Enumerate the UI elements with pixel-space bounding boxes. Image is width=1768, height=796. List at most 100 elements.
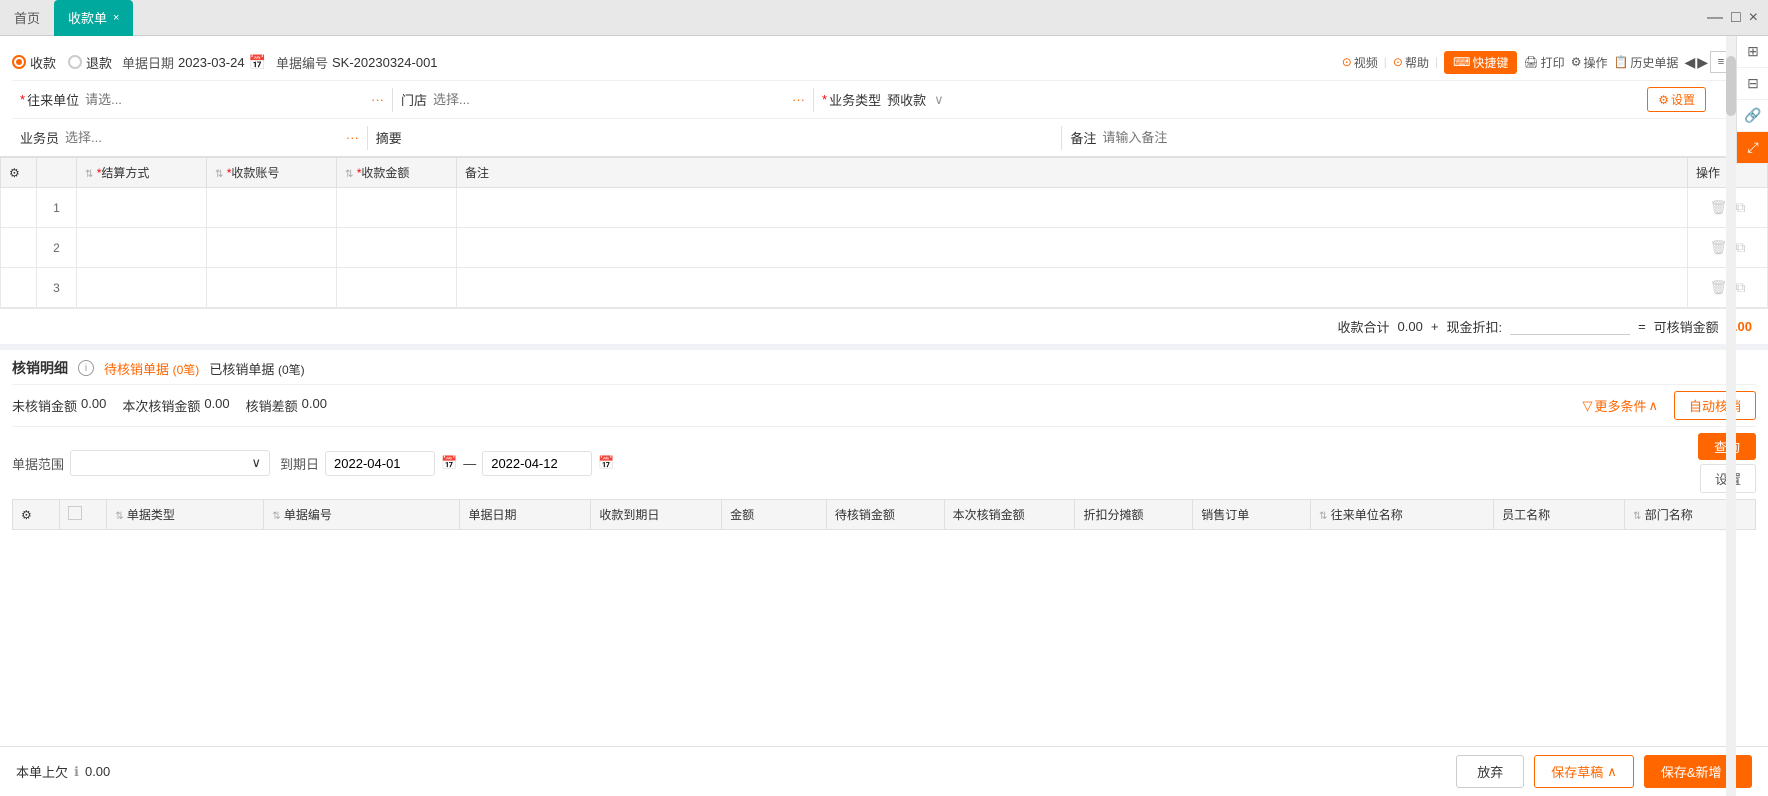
discount-input[interactable]	[1510, 319, 1630, 335]
hexiao-gear-th[interactable]: ⚙	[13, 500, 60, 530]
help-btn[interactable]: ⊙ 帮助	[1393, 54, 1429, 71]
date-label: 单据日期	[122, 53, 174, 72]
hexiao-docno-th: ⇅ 单据编号	[264, 500, 460, 530]
cal-from-icon[interactable]: 📅	[441, 455, 457, 471]
row3-note[interactable]	[457, 268, 1688, 308]
hexiao-discount-th: 折扣分摊额	[1075, 500, 1193, 530]
table-section: ⚙ ⇅ *结算方式 ⇅ *收款账号 ⇅ *收款金额	[0, 157, 1768, 308]
tab-receipt[interactable]: 收款单 ×	[54, 0, 133, 36]
hexiao-title-text: 核销明细	[12, 358, 68, 378]
close-btn[interactable]: ×	[1749, 9, 1758, 27]
prev-btn[interactable]: ◀	[1684, 51, 1695, 73]
counterparty-input[interactable]	[85, 92, 367, 107]
row2-amount[interactable]	[337, 228, 457, 268]
hexiao-amount-th: 金额	[722, 500, 827, 530]
business-type-chevron[interactable]: ∨	[934, 92, 944, 108]
select-all-checkbox[interactable]	[68, 506, 82, 520]
scroll-thumb[interactable]	[1726, 56, 1736, 116]
scrollbar[interactable]	[1726, 36, 1736, 796]
row3-account[interactable]	[207, 268, 337, 308]
date-dash: —	[463, 456, 476, 471]
row1-copy-icon[interactable]: ⧉	[1735, 199, 1745, 216]
range-label: 单据范围	[12, 454, 64, 473]
cal-to-icon[interactable]: 📅	[598, 455, 614, 471]
tab-receipt-close[interactable]: ×	[113, 12, 119, 24]
prev-owe-info-icon[interactable]: ℹ	[74, 764, 79, 780]
form-section: 收款 退款 单据日期 2023-03-24 📅 单据编号 SK-20230324…	[0, 36, 1768, 157]
row1-note[interactable]	[457, 188, 1688, 228]
remark-input[interactable]	[1102, 130, 1748, 145]
table-row: 3 🗑 ⧉	[1, 268, 1768, 308]
counterparty-req: *	[20, 92, 25, 107]
radio-receipt-label: 收款	[30, 53, 56, 72]
store-input[interactable]	[433, 92, 788, 107]
settle-sort-icon[interactable]: ⇅	[85, 169, 93, 180]
minimize-btn[interactable]: —	[1707, 9, 1723, 27]
row2-copy-icon[interactable]: ⧉	[1735, 239, 1745, 256]
row1-delete-icon[interactable]: 🗑	[1710, 199, 1728, 216]
row2-account[interactable]	[207, 228, 337, 268]
row2-settle[interactable]	[77, 228, 207, 268]
row3-settle[interactable]	[77, 268, 207, 308]
hexiao-tabs: 待核销单据 (0笔) 已核销单据 (0笔)	[104, 359, 305, 378]
tab-home[interactable]: 首页	[0, 0, 54, 36]
hexiao-table: ⚙ ⇅ 单据类型 ⇅ 单据编号 单据日期 收款到期日	[12, 499, 1756, 530]
due-date-filter: 到期日 📅 — 📅	[280, 451, 614, 476]
uncancelled-value: 0.00	[81, 396, 106, 415]
date-field-group: 单据日期 2023-03-24 📅	[122, 53, 266, 72]
salesperson-input[interactable]	[65, 130, 342, 145]
docno-label: 单据编号	[276, 53, 328, 72]
print-btn[interactable]: 🖨 打印	[1523, 54, 1564, 71]
table-gear-th[interactable]: ⚙	[1, 158, 37, 188]
row1-settle[interactable]	[77, 188, 207, 228]
maximize-btn[interactable]: □	[1731, 9, 1741, 27]
salesperson-label: 业务员	[20, 128, 59, 147]
right-expand-icon[interactable]: ⤢	[1737, 132, 1768, 164]
date-calendar-icon[interactable]: 📅	[249, 54, 266, 71]
diff-value: 0.00	[302, 396, 327, 415]
auto-cancel-btn[interactable]: 自动核销	[1674, 391, 1756, 420]
settings-button[interactable]: ⚙ 设置	[1647, 87, 1706, 112]
save-draft-btn[interactable]: 保存草稿 ∧	[1534, 755, 1634, 788]
row3-copy-icon[interactable]: ⧉	[1735, 279, 1745, 296]
video-btn[interactable]: ⊙ 视频	[1342, 54, 1378, 71]
shortcut-btn[interactable]: ⌨ 快捷键	[1444, 51, 1517, 74]
right-list-icon[interactable]: ⊟	[1737, 68, 1768, 100]
business-type-req: *	[822, 92, 827, 107]
amount-sort-icon[interactable]: ⇅	[345, 169, 353, 180]
operation-btn[interactable]: ⚙ 操作	[1571, 54, 1608, 71]
hexiao-thiscancel-th: 本次核销金额	[944, 500, 1075, 530]
right-clip-icon[interactable]: 🔗	[1737, 100, 1768, 132]
row3-delete-icon[interactable]: 🗑	[1710, 279, 1728, 296]
row2-note[interactable]	[457, 228, 1688, 268]
row3-amount[interactable]	[337, 268, 457, 308]
radio-receipt[interactable]: 收款	[12, 53, 56, 72]
history-btn[interactable]: 📋 历史单据	[1613, 54, 1678, 71]
hexiao-salesperson-th: 员工名称	[1494, 500, 1625, 530]
counterparty-more-icon[interactable]: ···	[371, 92, 384, 107]
hexiao-info-icon[interactable]: i	[78, 360, 94, 376]
due-date-from-input[interactable]	[325, 451, 435, 476]
row2-gear-cell	[1, 228, 37, 268]
row1-account[interactable]	[207, 188, 337, 228]
discard-btn[interactable]: 放弃	[1456, 755, 1524, 788]
range-select[interactable]: ∨	[70, 450, 270, 476]
row3-idx: 3	[37, 268, 77, 308]
hexiao-tab-done[interactable]: 已核销单据 (0笔)	[209, 359, 304, 378]
this-cancel-stat: 本次核销金额 0.00	[122, 396, 229, 415]
account-sort-icon[interactable]: ⇅	[215, 169, 223, 180]
more-conditions-btn[interactable]: ▽ 更多条件 ∧	[1582, 396, 1658, 415]
hexiao-tab-pending[interactable]: 待核销单据 (0笔)	[104, 359, 199, 378]
save-draft-chevron-icon: ∧	[1607, 764, 1617, 780]
next-btn[interactable]: ▶	[1697, 51, 1708, 73]
row1-amount[interactable]	[337, 188, 457, 228]
summary-input[interactable]	[408, 130, 1054, 145]
collection-total-label: 收款合计	[1338, 317, 1390, 336]
right-table-icon[interactable]: ⊞	[1737, 36, 1768, 68]
row1-gear-cell	[1, 188, 37, 228]
store-more-icon[interactable]: ···	[792, 92, 805, 107]
salesperson-more-icon[interactable]: ···	[346, 130, 359, 145]
due-date-to-input[interactable]	[482, 451, 592, 476]
row2-delete-icon[interactable]: 🗑	[1710, 239, 1728, 256]
radio-refund[interactable]: 退款	[68, 53, 112, 72]
